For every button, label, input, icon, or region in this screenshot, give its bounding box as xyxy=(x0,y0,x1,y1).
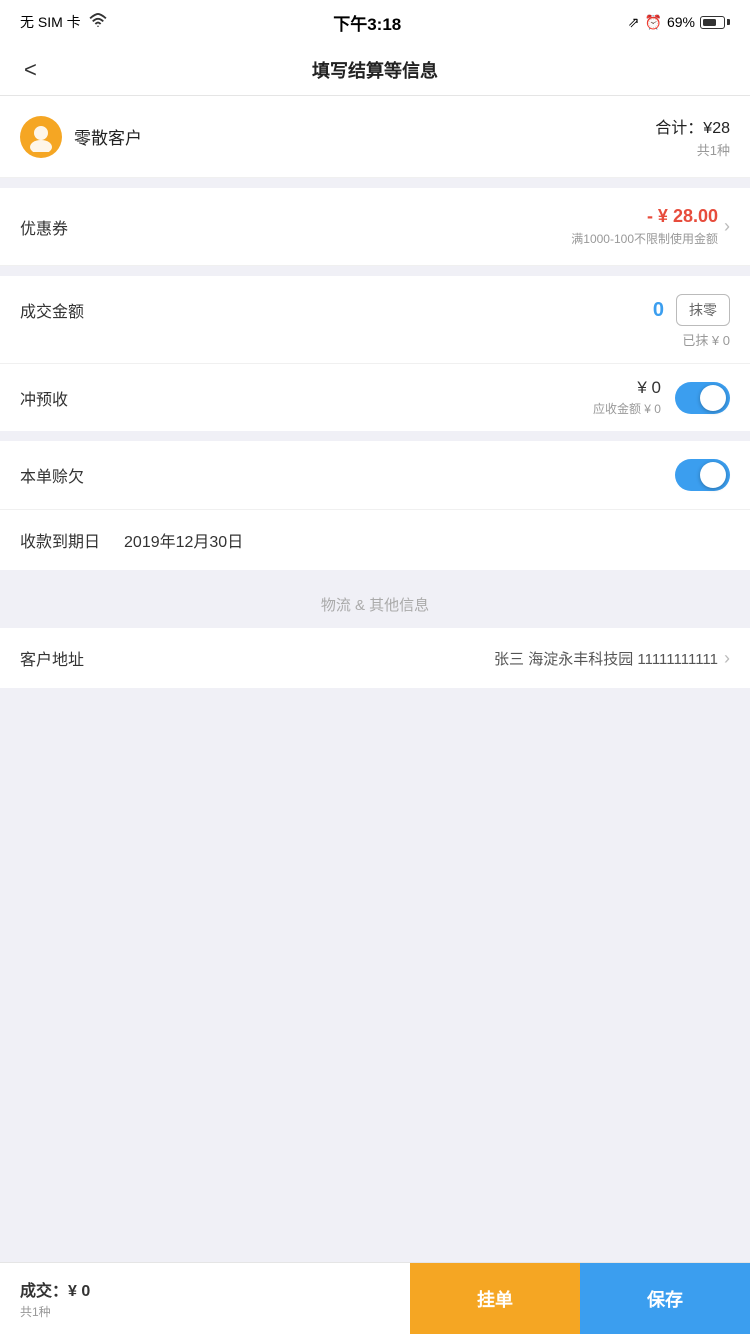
address-label: 客户地址 xyxy=(20,646,100,670)
total-count: 共1种 xyxy=(655,140,730,159)
status-left: 无 SIM 卡 xyxy=(20,12,107,33)
wifi-icon xyxy=(89,12,107,33)
prepaid-sub-amount: 应收金额 ¥ 0 xyxy=(593,400,661,417)
save-button[interactable]: 保存 xyxy=(580,1263,750,1334)
status-bar: 无 SIM 卡 下午3:18 ⇗ ⏰ 69% xyxy=(0,0,750,44)
customer-avatar xyxy=(20,116,62,158)
battery-icon xyxy=(700,16,730,29)
customer-row: 零散客户 合计：¥28 共1种 xyxy=(0,96,750,178)
due-date-label: 收款到期日 xyxy=(20,528,100,552)
due-date-row: 收款到期日 2019年12月30日 xyxy=(0,509,750,570)
chevron-right-icon: › xyxy=(724,216,730,237)
status-time: 下午3:18 xyxy=(333,10,401,35)
round-button[interactable]: 抹零 xyxy=(676,294,730,326)
prepaid-toggle[interactable] xyxy=(675,382,730,414)
toggle-knob xyxy=(700,385,726,411)
bottom-deal-label: 成交： xyxy=(20,1283,68,1300)
bottom-info: 成交：¥ 0 共1种 xyxy=(0,1263,410,1334)
prepaid-row: 冲预收 ¥ 0 应收金额 ¥ 0 xyxy=(0,364,750,431)
deal-amount-section: 成交金额 0 抹零 已抹 ¥ 0 xyxy=(0,276,750,364)
bottom-count: 共1种 xyxy=(20,1303,390,1320)
bottom-deal-text: 成交：¥ 0 xyxy=(20,1277,390,1301)
customer-name: 零散客户 xyxy=(74,124,142,149)
battery-percent: 69% xyxy=(667,14,695,30)
nav-bar: < 填写结算等信息 xyxy=(0,44,750,96)
hold-button[interactable]: 挂单 xyxy=(410,1263,580,1334)
credit-toggle[interactable] xyxy=(675,459,730,491)
logistics-label: 物流 & 其他信息 xyxy=(321,594,429,615)
address-chevron-icon: › xyxy=(724,648,730,669)
back-button[interactable]: < xyxy=(16,49,45,91)
prepaid-label: 冲预收 xyxy=(20,386,68,410)
due-date-value[interactable]: 2019年12月30日 xyxy=(124,528,243,552)
coupon-discount: - ¥ 28.00 xyxy=(571,206,718,227)
location-icon: ⇗ xyxy=(628,14,640,31)
sim-label: 无 SIM 卡 xyxy=(20,12,81,32)
deal-amount-value[interactable]: 0 xyxy=(624,299,664,322)
deal-amount-label: 成交金额 xyxy=(20,298,84,322)
coupon-desc: 满1000-100不限制使用金额 xyxy=(571,230,718,247)
credit-section: 本单赊欠 xyxy=(0,441,750,509)
deal-amount-sub: 已抹 ¥ 0 xyxy=(20,330,730,349)
address-content: 张三 海淀永丰科技园 11111111111 xyxy=(494,648,718,669)
address-row[interactable]: 客户地址 张三 海淀永丰科技园 11111111111 › xyxy=(0,628,750,688)
logistics-separator: 物流 & 其他信息 xyxy=(0,580,750,628)
prepaid-main-amount: ¥ 0 xyxy=(593,378,661,398)
credit-label: 本单赊欠 xyxy=(20,463,84,487)
credit-toggle-knob xyxy=(700,462,726,488)
bottom-bar: 成交：¥ 0 共1种 挂单 保存 xyxy=(0,1262,750,1334)
coupon-label: 优惠券 xyxy=(20,215,68,239)
coupon-row[interactable]: 优惠券 - ¥ 28.00 满1000-100不限制使用金额 › xyxy=(0,188,750,266)
page-title: 填写结算等信息 xyxy=(312,57,438,83)
bottom-deal-amount: ¥ 0 xyxy=(68,1283,90,1300)
status-right: ⇗ ⏰ 69% xyxy=(628,14,730,31)
alarm-icon: ⏰ xyxy=(645,14,662,31)
total-amount: 合计：¥28 xyxy=(655,114,730,138)
